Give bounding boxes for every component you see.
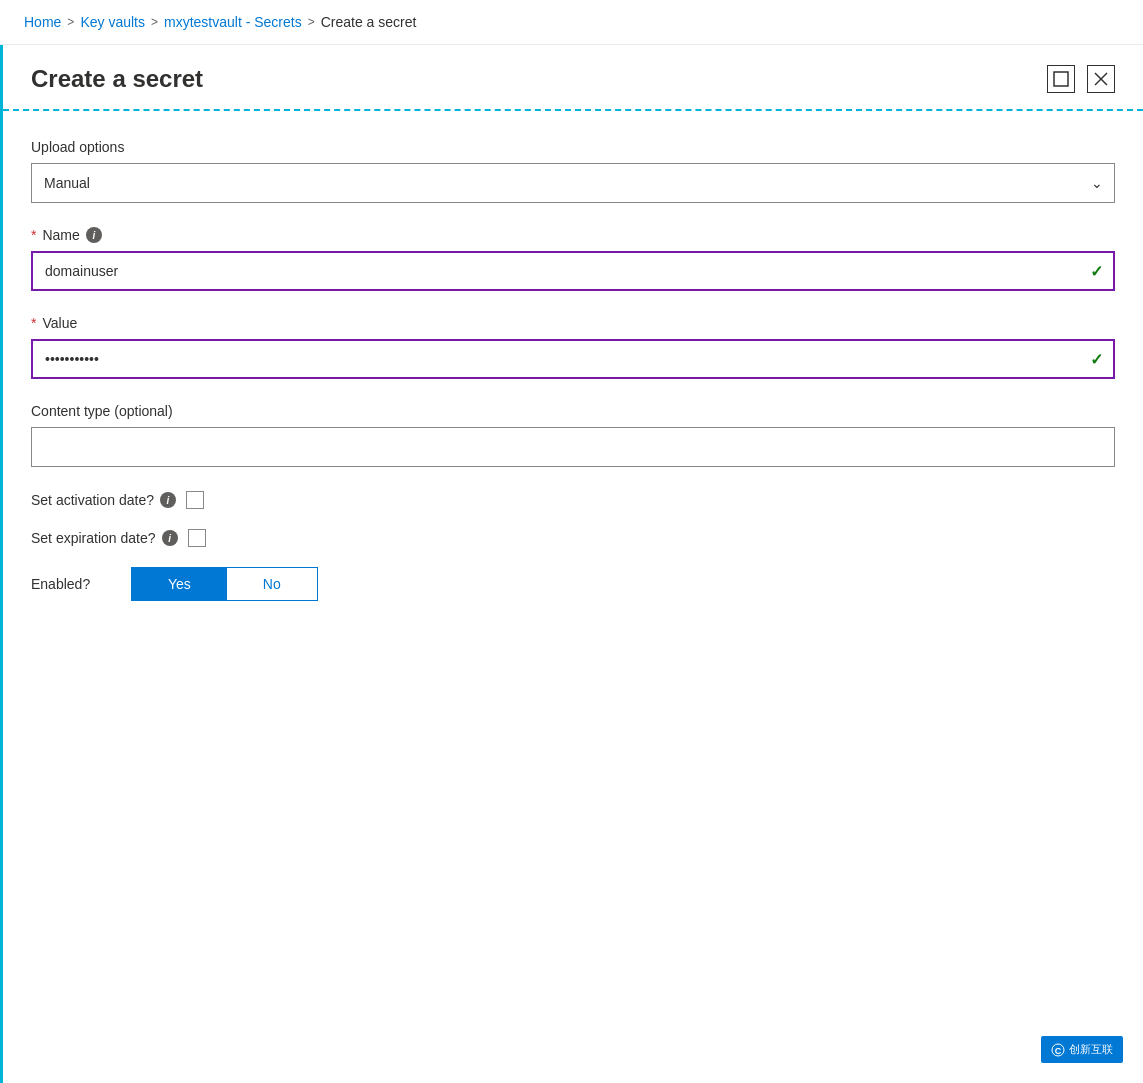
name-valid-icon: ✓ <box>1090 262 1103 281</box>
breadcrumb-current: Create a secret <box>321 14 417 30</box>
svg-text:C: C <box>1055 1046 1062 1056</box>
name-input[interactable] <box>31 251 1115 291</box>
panel-header-actions <box>1047 65 1115 93</box>
breadcrumb-vault-secrets[interactable]: mxytestvault - Secrets <box>164 14 302 30</box>
enabled-row: Enabled? Yes No <box>31 567 1115 601</box>
name-info-icon[interactable]: i <box>86 227 102 243</box>
name-label: * Name i <box>31 227 1115 243</box>
watermark: C 创新互联 <box>1041 1036 1123 1063</box>
breadcrumb-sep-3: > <box>308 15 315 29</box>
no-button[interactable]: No <box>227 568 317 600</box>
name-required-star: * <box>31 227 36 243</box>
upload-options-select[interactable]: Manual Certificate Import <box>31 163 1115 203</box>
panel-title: Create a secret <box>31 65 203 93</box>
upload-options-select-wrapper: Manual Certificate Import ⌄ <box>31 163 1115 203</box>
value-group: * Value ✓ <box>31 315 1115 379</box>
enabled-toggle-group: Yes No <box>131 567 318 601</box>
value-label: * Value <box>31 315 1115 331</box>
name-group: * Name i ✓ <box>31 227 1115 291</box>
expiration-date-row: Set expiration date? i <box>31 529 1115 547</box>
breadcrumb-sep-2: > <box>151 15 158 29</box>
watermark-icon: C <box>1051 1043 1065 1057</box>
value-input-wrapper: ✓ <box>31 339 1115 379</box>
close-icon <box>1093 71 1109 87</box>
expiration-info-icon[interactable]: i <box>162 530 178 546</box>
value-input[interactable] <box>31 339 1115 379</box>
activation-info-icon[interactable]: i <box>160 492 176 508</box>
panel-body: Upload options Manual Certificate Import… <box>3 111 1143 653</box>
maximize-icon <box>1053 71 1069 87</box>
breadcrumb-bar: Home > Key vaults > mxytestvault - Secre… <box>0 0 1143 45</box>
content-type-group: Content type (optional) <box>31 403 1115 467</box>
content-type-input[interactable] <box>31 427 1115 467</box>
value-valid-icon: ✓ <box>1090 350 1103 369</box>
close-button[interactable] <box>1087 65 1115 93</box>
enabled-label: Enabled? <box>31 576 111 592</box>
value-required-star: * <box>31 315 36 331</box>
breadcrumb-home[interactable]: Home <box>24 14 61 30</box>
breadcrumb-key-vaults[interactable]: Key vaults <box>80 14 145 30</box>
activation-date-label: Set activation date? i <box>31 492 176 508</box>
expiration-date-checkbox[interactable] <box>188 529 206 547</box>
create-secret-panel: Create a secret Upload options <box>0 45 1143 1083</box>
breadcrumb-sep-1: > <box>67 15 74 29</box>
activation-date-row: Set activation date? i <box>31 491 1115 509</box>
maximize-button[interactable] <box>1047 65 1075 93</box>
expiration-date-label: Set expiration date? i <box>31 530 178 546</box>
upload-options-group: Upload options Manual Certificate Import… <box>31 139 1115 203</box>
svg-rect-0 <box>1054 72 1068 86</box>
upload-options-label: Upload options <box>31 139 1115 155</box>
yes-button[interactable]: Yes <box>132 568 227 600</box>
content-type-label: Content type (optional) <box>31 403 1115 419</box>
activation-date-checkbox[interactable] <box>186 491 204 509</box>
panel-header: Create a secret <box>3 45 1143 111</box>
name-input-wrapper: ✓ <box>31 251 1115 291</box>
